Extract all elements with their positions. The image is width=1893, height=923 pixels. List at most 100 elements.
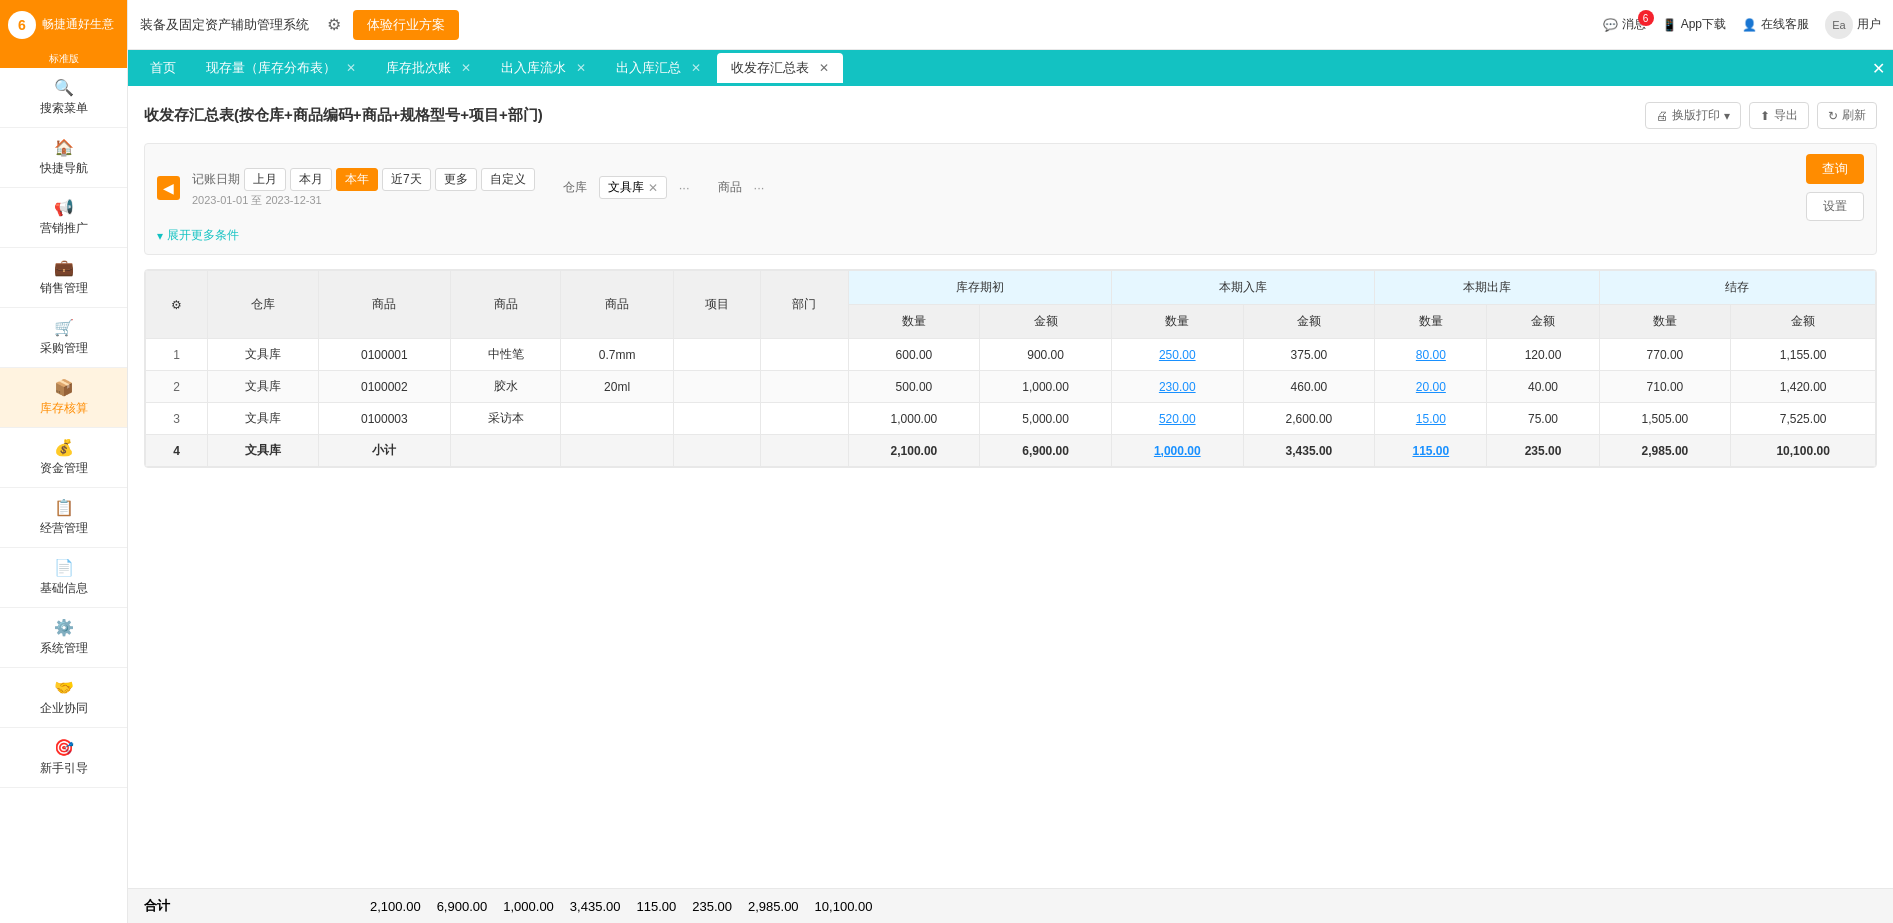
warehouse-tag-close[interactable]: ✕ bbox=[648, 181, 658, 195]
tabs-close-all-btn[interactable]: ✕ bbox=[1872, 59, 1885, 78]
refresh-icon: ↻ bbox=[1828, 109, 1838, 123]
basic-icon: 📄 bbox=[54, 558, 74, 577]
tab-summary[interactable]: 出入库汇总 ✕ bbox=[602, 53, 715, 83]
tab-flow-close[interactable]: ✕ bbox=[576, 61, 586, 75]
refresh-btn[interactable]: ↻ 刷新 bbox=[1817, 102, 1877, 129]
row-in-qty[interactable]: 520.00 bbox=[1111, 403, 1243, 435]
warehouse-more-btn[interactable]: ··· bbox=[679, 180, 690, 195]
row-in-amt: 460.00 bbox=[1243, 371, 1375, 403]
col-product-spec: 商品 bbox=[561, 271, 673, 339]
subtotal-open-qty: 2,100.00 bbox=[848, 435, 980, 467]
topbar-app[interactable]: 📱 App下载 bbox=[1662, 16, 1726, 33]
row-out-qty[interactable]: 80.00 bbox=[1375, 339, 1487, 371]
total-label: 合计 bbox=[144, 897, 170, 915]
date-btn-last-month[interactable]: 上月 bbox=[244, 168, 286, 191]
row-project bbox=[673, 371, 760, 403]
tab-stock-dist[interactable]: 现存量（库存分布表） ✕ bbox=[192, 53, 370, 83]
tab-batch[interactable]: 库存批次账 ✕ bbox=[372, 53, 485, 83]
sidebar-tag: 标准版 bbox=[0, 50, 127, 68]
row-open-qty: 500.00 bbox=[848, 371, 980, 403]
tab-flow[interactable]: 出入库流水 ✕ bbox=[487, 53, 600, 83]
col-open-qty: 数量 bbox=[848, 305, 980, 339]
tab-home[interactable]: 首页 bbox=[136, 53, 190, 83]
row-product-spec: 0.7mm bbox=[561, 339, 673, 371]
data-table: ⚙ 仓库 商品 商品 商品 项目 部门 库存期初 本期入库 本期出库 结存 数量 bbox=[145, 270, 1876, 467]
subtotal-row: 4 文具库 小计 2,100.00 6,900.00 1,000.00 3,43… bbox=[146, 435, 1876, 467]
date-btn-7days[interactable]: 近7天 bbox=[382, 168, 431, 191]
sidebar-item-business[interactable]: 📋 经营管理 bbox=[0, 488, 127, 548]
tab-batch-close[interactable]: ✕ bbox=[461, 61, 471, 75]
sidebar-item-search[interactable]: 🔍 搜索菜单 bbox=[0, 68, 127, 128]
row-no: 2 bbox=[146, 371, 208, 403]
sidebar-item-label: 搜索菜单 bbox=[40, 100, 88, 117]
row-product-code: 0100002 bbox=[319, 371, 451, 403]
col-close-amt: 金额 bbox=[1731, 305, 1876, 339]
tab-batch-label: 库存批次账 bbox=[386, 59, 451, 77]
row-close-amt: 1,420.00 bbox=[1731, 371, 1876, 403]
home-icon: 🏠 bbox=[54, 138, 74, 157]
sidebar-item-label: 基础信息 bbox=[40, 580, 88, 597]
sidebar-item-label: 采购管理 bbox=[40, 340, 88, 357]
topbar-service[interactable]: 👤 在线客服 bbox=[1742, 16, 1809, 33]
col-in: 本期入库 bbox=[1111, 271, 1374, 305]
row-close-amt: 7,525.00 bbox=[1731, 403, 1876, 435]
row-in-qty[interactable]: 230.00 bbox=[1111, 371, 1243, 403]
subtotal-out-amt: 235.00 bbox=[1487, 435, 1599, 467]
topbar-user[interactable]: Ea 用户 bbox=[1825, 11, 1881, 39]
sidebar-item-label: 快捷导航 bbox=[40, 160, 88, 177]
total-open-amt: 6,900.00 bbox=[437, 899, 488, 914]
sidebar-item-finance[interactable]: 💰 资金管理 bbox=[0, 428, 127, 488]
col-opening: 库存期初 bbox=[848, 271, 1111, 305]
subtotal-warehouse: 文具库 bbox=[208, 435, 319, 467]
row-in-qty[interactable]: 250.00 bbox=[1111, 339, 1243, 371]
sidebar-item-guide[interactable]: 🎯 新手引导 bbox=[0, 728, 127, 788]
subtotal-in-qty[interactable]: 1,000.00 bbox=[1111, 435, 1243, 467]
date-filter: 记账日期 上月 本月 本年 近7天 更多 自定义 2023-01-01 至 20… bbox=[192, 168, 535, 208]
subtotal-empty2 bbox=[561, 435, 673, 467]
tab-recv-send[interactable]: 收发存汇总表 ✕ bbox=[717, 53, 843, 83]
tab-recv-send-close[interactable]: ✕ bbox=[819, 61, 829, 75]
sidebar-item-basic[interactable]: 📄 基础信息 bbox=[0, 548, 127, 608]
row-out-qty[interactable]: 20.00 bbox=[1375, 371, 1487, 403]
expand-label: 展开更多条件 bbox=[167, 227, 239, 244]
row-out-qty[interactable]: 15.00 bbox=[1375, 403, 1487, 435]
sidebar-item-sales[interactable]: 💼 销售管理 bbox=[0, 248, 127, 308]
topbar-user-label: 用户 bbox=[1857, 16, 1881, 33]
topbar-msg[interactable]: 💬 消息 6 bbox=[1603, 16, 1646, 33]
date-btn-more[interactable]: 更多 bbox=[435, 168, 477, 191]
row-product-code: 0100003 bbox=[319, 403, 451, 435]
page-title-row: 收发存汇总表(按仓库+商品编码+商品+规格型号+项目+部门) 🖨 换版打印 ▾ … bbox=[144, 102, 1877, 129]
row-product-spec bbox=[561, 403, 673, 435]
export-btn[interactable]: ⬆ 导出 bbox=[1749, 102, 1809, 129]
sidebar-item-system[interactable]: ⚙️ 系统管理 bbox=[0, 608, 127, 668]
subtotal-out-qty[interactable]: 115.00 bbox=[1375, 435, 1487, 467]
date-btn-custom[interactable]: 自定义 bbox=[481, 168, 535, 191]
expand-conditions-btn[interactable]: ▾ 展开更多条件 bbox=[157, 227, 1864, 244]
tab-stock-dist-close[interactable]: ✕ bbox=[346, 61, 356, 75]
date-btn-this-year[interactable]: 本年 bbox=[336, 168, 378, 191]
finance-icon: 💰 bbox=[54, 438, 74, 457]
search-icon: 🔍 bbox=[54, 78, 74, 97]
query-btn[interactable]: 查询 bbox=[1806, 154, 1864, 184]
sidebar-item-label: 系统管理 bbox=[40, 640, 88, 657]
switch-print-btn[interactable]: 🖨 换版打印 ▾ bbox=[1645, 102, 1741, 129]
row-out-amt: 120.00 bbox=[1487, 339, 1599, 371]
tab-summary-close[interactable]: ✕ bbox=[691, 61, 701, 75]
sidebar-item-quick[interactable]: 🏠 快捷导航 bbox=[0, 128, 127, 188]
sidebar-item-inventory[interactable]: 📦 库存核算 bbox=[0, 368, 127, 428]
settings-icon[interactable]: ⚙ bbox=[327, 15, 341, 34]
filter-collapse-btn[interactable]: ◀ bbox=[157, 176, 180, 200]
col-close-qty: 数量 bbox=[1599, 305, 1731, 339]
sidebar-item-corp[interactable]: 🤝 企业协同 bbox=[0, 668, 127, 728]
col-settings[interactable]: ⚙ bbox=[146, 271, 208, 339]
warehouse-label: 仓库 bbox=[563, 179, 587, 196]
topbar-experience-btn[interactable]: 体验行业方案 bbox=[353, 10, 459, 40]
goods-more-btn[interactable]: ··· bbox=[754, 180, 765, 195]
sidebar-item-marketing[interactable]: 📢 营销推广 bbox=[0, 188, 127, 248]
set-btn[interactable]: 设置 bbox=[1806, 192, 1864, 221]
subtotal-empty4 bbox=[761, 435, 848, 467]
row-in-amt: 2,600.00 bbox=[1243, 403, 1375, 435]
col-warehouse: 仓库 bbox=[208, 271, 319, 339]
date-btn-this-month[interactable]: 本月 bbox=[290, 168, 332, 191]
sidebar-item-purchase[interactable]: 🛒 采购管理 bbox=[0, 308, 127, 368]
